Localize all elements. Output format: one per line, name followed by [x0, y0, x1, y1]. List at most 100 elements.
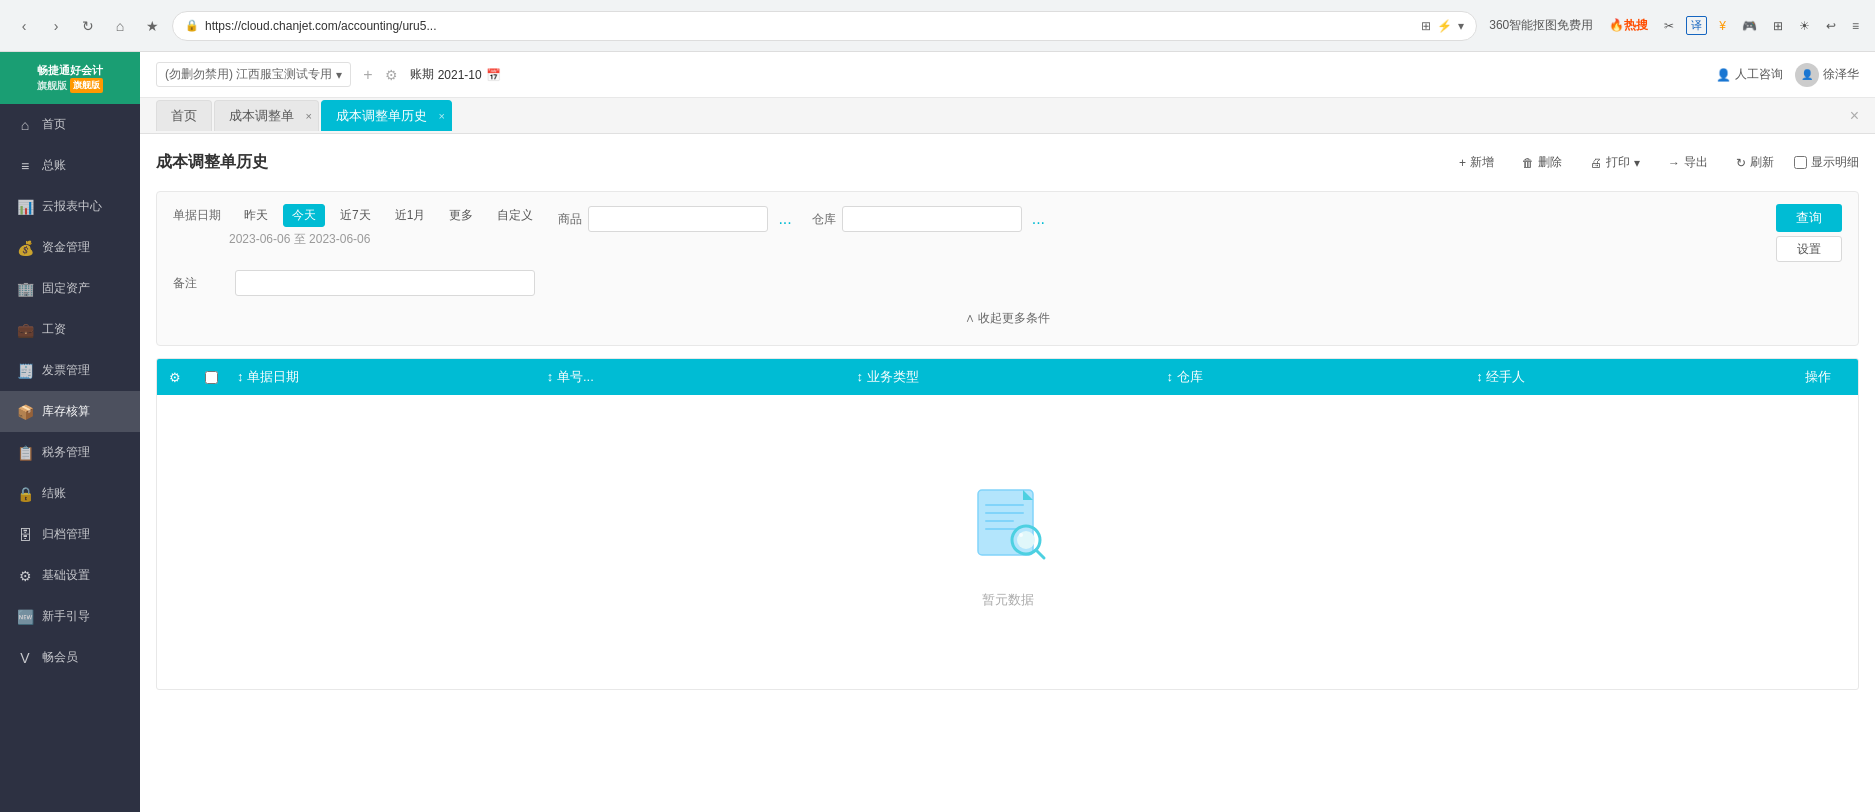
- sidebar-item-label-assets: 固定资产: [42, 280, 90, 297]
- sidebar-item-closing[interactable]: 🔒 结账: [0, 473, 140, 514]
- company-selector[interactable]: (勿删勿禁用) 江西服宝测试专用 ▾: [156, 62, 351, 87]
- sidebar-item-invoice[interactable]: 🧾 发票管理: [0, 350, 140, 391]
- sidebar-item-label-guide: 新手引导: [42, 608, 90, 625]
- favorite-button[interactable]: ★: [140, 14, 164, 38]
- menu-btn[interactable]: ≡: [1848, 17, 1863, 35]
- ssl-lock-icon: 🔒: [185, 19, 199, 32]
- product-more-btn[interactable]: ...: [774, 210, 795, 228]
- date-custom-btn[interactable]: 自定义: [488, 204, 542, 227]
- sidebar-item-label-invoice: 发票管理: [42, 362, 90, 379]
- sidebar-item-inventory[interactable]: 📦 库存核算: [0, 391, 140, 432]
- address-bar[interactable]: 🔒 https://cloud.chanjet.com/accounting/u…: [172, 11, 1477, 41]
- user-info[interactable]: 👤 徐泽华: [1795, 63, 1859, 87]
- address-bar-dropdown[interactable]: ▾: [1458, 19, 1464, 33]
- calendar-icon: 📅: [486, 68, 501, 82]
- back-button[interactable]: ‹: [12, 14, 36, 38]
- sidebar-item-vip[interactable]: V 畅会员: [0, 637, 140, 678]
- th-handler-label: ↕ 经手人: [1476, 368, 1525, 386]
- date-filter-group: 昨天 今天 近7天 近1月 更多 自定义: [235, 204, 542, 227]
- period-selector[interactable]: 账期 2021-10 📅: [410, 66, 501, 83]
- translate-btn[interactable]: 译: [1686, 16, 1707, 35]
- warehouse-more-btn[interactable]: ...: [1028, 210, 1049, 228]
- sidebar-logo: 畅捷通好会计 旗舰版 旗舰版: [0, 52, 140, 104]
- tab-close-all-btn[interactable]: ×: [1850, 107, 1859, 125]
- warehouse-filter-label: 仓库: [812, 211, 836, 228]
- sidebar-item-settings[interactable]: ⚙ 基础设置: [0, 555, 140, 596]
- game-btn[interactable]: 🎮: [1738, 17, 1761, 35]
- filter-action-btns: 查询 设置: [1776, 204, 1842, 262]
- table-container: ⚙ ↕ 单据日期 ↕ 单号... ↕ 业务类型 ↕ 仓库: [156, 358, 1859, 690]
- sidebar-item-tax[interactable]: 📋 税务管理: [0, 432, 140, 473]
- date-1month-btn[interactable]: 近1月: [386, 204, 435, 227]
- new-label: 新增: [1470, 154, 1494, 171]
- th-checkbox[interactable]: [193, 371, 229, 384]
- forward-button[interactable]: ›: [44, 14, 68, 38]
- delete-btn[interactable]: 🗑 删除: [1514, 150, 1570, 175]
- refresh-button[interactable]: ↻: [76, 14, 100, 38]
- sidebar-item-reports[interactable]: 📊 云报表中心: [0, 186, 140, 227]
- print-btn[interactable]: 🖨 打印 ▾: [1582, 150, 1648, 175]
- query-button[interactable]: 查询: [1776, 204, 1842, 232]
- svg-line-8: [1036, 550, 1044, 558]
- address-bar-lightning: ⚡: [1437, 19, 1452, 33]
- hot-search-label[interactable]: 🔥热搜: [1605, 15, 1652, 36]
- th-date[interactable]: ↕ 单据日期: [229, 368, 539, 386]
- sidebar-item-general-ledger[interactable]: ≡ 总账: [0, 145, 140, 186]
- vip-icon: V: [16, 650, 34, 666]
- add-company-btn[interactable]: +: [363, 66, 372, 84]
- brightness-btn[interactable]: ☀: [1795, 17, 1814, 35]
- th-action: 操作: [1778, 368, 1858, 386]
- sidebar-item-fund[interactable]: 💰 资金管理: [0, 227, 140, 268]
- undo-btn[interactable]: ↩: [1822, 17, 1840, 35]
- th-biz-type[interactable]: ↕ 业务类型: [849, 368, 1159, 386]
- th-settings[interactable]: ⚙: [157, 370, 193, 385]
- export-btn[interactable]: → 导出: [1660, 150, 1716, 175]
- date-7days-btn[interactable]: 近7天: [331, 204, 380, 227]
- scissors-btn[interactable]: ✂: [1660, 17, 1678, 35]
- tab-cost-adjustment-close[interactable]: ×: [306, 110, 312, 122]
- sidebar-item-guide[interactable]: 🆕 新手引导: [0, 596, 140, 637]
- settings-icon: ⚙: [16, 568, 34, 584]
- new-btn[interactable]: + 新增: [1451, 150, 1502, 175]
- tab-home[interactable]: 首页: [156, 100, 212, 131]
- show-columns-check[interactable]: 显示明细: [1794, 154, 1859, 171]
- service-btn[interactable]: 👤 人工咨询: [1716, 66, 1783, 83]
- refresh-btn[interactable]: ↻ 刷新: [1728, 150, 1782, 175]
- th-warehouse[interactable]: ↕ 仓库: [1158, 368, 1468, 386]
- sidebar-item-salary[interactable]: 💼 工资: [0, 309, 140, 350]
- filter-settings-button[interactable]: 设置: [1776, 236, 1842, 262]
- sidebar-item-home[interactable]: ⌂ 首页: [0, 104, 140, 145]
- product-filter-input[interactable]: [588, 206, 768, 232]
- sidebar-item-archive[interactable]: 🗄 归档管理: [0, 514, 140, 555]
- sidebar-item-fixed-assets[interactable]: 🏢 固定资产: [0, 268, 140, 309]
- avatar-icon: 👤: [1801, 69, 1813, 80]
- user-name: 徐泽华: [1823, 66, 1859, 83]
- show-columns-checkbox[interactable]: [1794, 156, 1807, 169]
- th-date-label: ↕ 单据日期: [237, 368, 299, 386]
- delete-icon: 🗑: [1522, 156, 1534, 170]
- home-button[interactable]: ⌂: [108, 14, 132, 38]
- grid-btn[interactable]: ⊞: [1769, 17, 1787, 35]
- coupon-btn[interactable]: ¥: [1715, 17, 1730, 35]
- th-number[interactable]: ↕ 单号...: [539, 368, 849, 386]
- th-number-label: ↕ 单号...: [547, 368, 594, 386]
- filter-area: 单据日期 昨天 今天 近7天 近1月 更多 自定义 2023-06-: [156, 191, 1859, 346]
- date-more-btn[interactable]: 更多: [440, 204, 482, 227]
- date-yesterday-btn[interactable]: 昨天: [235, 204, 277, 227]
- tab-cost-adjustment-history[interactable]: 成本调整单历史 ×: [321, 100, 452, 131]
- select-all-checkbox[interactable]: [205, 371, 218, 384]
- tab-cost-adjustment-history-label: 成本调整单历史: [336, 107, 427, 125]
- th-handler[interactable]: ↕ 经手人: [1468, 368, 1778, 386]
- delete-label: 删除: [1538, 154, 1562, 171]
- search-label[interactable]: 360智能抠图免费用: [1485, 15, 1597, 36]
- tab-home-label: 首页: [171, 107, 197, 125]
- sidebar-item-label-reports: 云报表中心: [42, 198, 102, 215]
- date-today-btn[interactable]: 今天: [283, 204, 325, 227]
- tab-cost-adjustment[interactable]: 成本调整单 ×: [214, 100, 319, 131]
- warehouse-filter-input[interactable]: [842, 206, 1022, 232]
- tab-cost-adjustment-history-close[interactable]: ×: [439, 110, 445, 122]
- tab-bar: 首页 成本调整单 × 成本调整单历史 × ×: [140, 98, 1875, 134]
- remark-filter-input[interactable]: [235, 270, 535, 296]
- collapse-bar[interactable]: ∧ 收起更多条件: [173, 304, 1842, 333]
- topbar-settings-icon[interactable]: ⚙: [385, 67, 398, 83]
